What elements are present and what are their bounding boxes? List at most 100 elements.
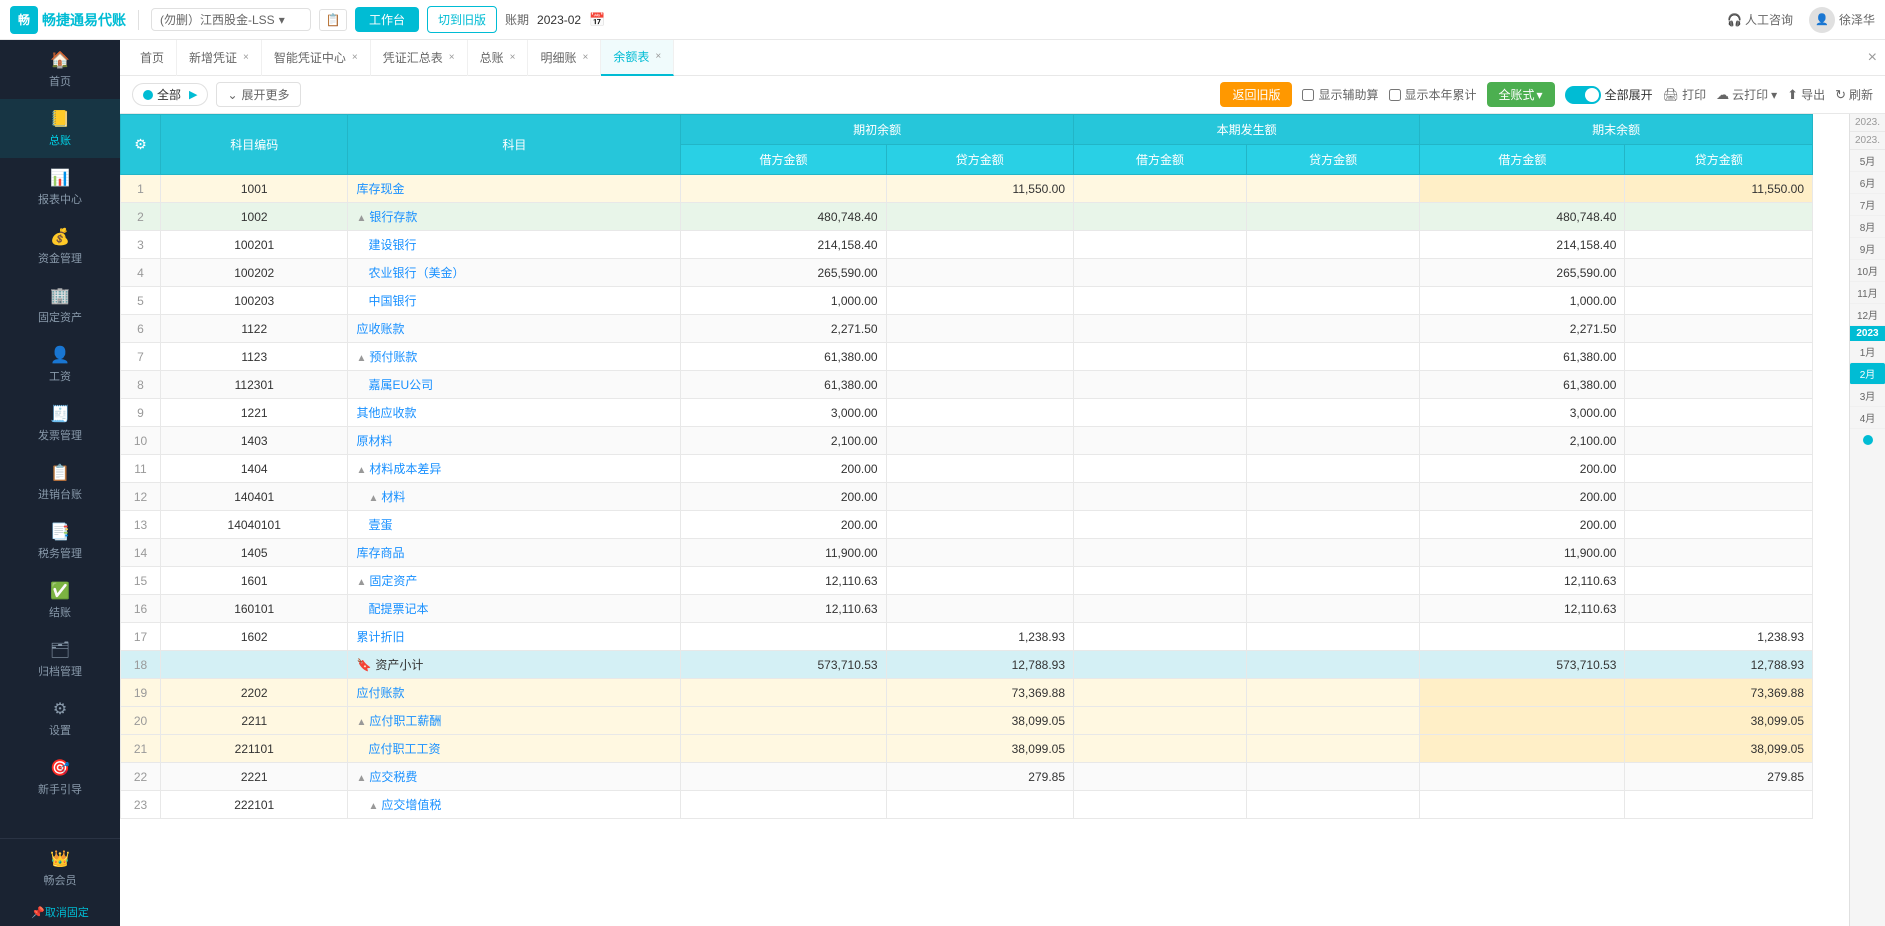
sidebar-item-payroll[interactable]: 👤 工资 [0, 335, 120, 394]
consult-link[interactable]: 🎧 人工咨询 [1727, 11, 1793, 28]
company-selector[interactable]: (勿删）江西股金-LSS ▾ [151, 8, 311, 31]
account-name-link[interactable]: 库存商品 [356, 546, 404, 560]
filter-group[interactable]: 全部 ▶ [132, 83, 208, 106]
expand-row-icon[interactable]: ▲ [356, 717, 366, 728]
tab-close-new-voucher[interactable]: × [243, 52, 249, 63]
timeline-month-8[interactable]: 8月 [1850, 216, 1885, 238]
tab-new-voucher[interactable]: 新增凭证 × [177, 40, 262, 76]
tab-voucher-summary[interactable]: 凭证汇总表 × [371, 40, 468, 76]
close-all-tabs[interactable]: × [1868, 49, 1877, 67]
show-aux-checkbox-label[interactable]: 显示辅助算 [1302, 86, 1378, 103]
sidebar-item-close[interactable]: ✅ 结账 [0, 571, 120, 630]
company-action-icon[interactable]: 📋 [319, 9, 347, 31]
expand-row-icon[interactable]: ▲ [356, 213, 366, 224]
account-name-link[interactable]: 配提票记本 [368, 602, 428, 616]
sidebar-item-membership[interactable]: 👑 畅会员 [0, 839, 120, 898]
export-button[interactable]: ⬆ 导出 [1787, 86, 1825, 103]
expand-row-icon[interactable]: ▲ [356, 773, 366, 784]
sidebar-item-home[interactable]: 🏠 首页 [0, 40, 120, 99]
account-name-link[interactable]: 原材料 [356, 434, 392, 448]
sidebar-item-invoices[interactable]: 🧾 发票管理 [0, 394, 120, 453]
tab-close-balance-sheet[interactable]: × [655, 51, 661, 62]
sidebar-item-stock[interactable]: 📋 进销台账 [0, 453, 120, 512]
sidebar-item-tax[interactable]: 📑 税务管理 [0, 512, 120, 571]
show-ytd-checkbox-label[interactable]: 显示本年累计 [1389, 86, 1477, 103]
account-name-link[interactable]: 中国银行 [368, 294, 416, 308]
expand-row-icon[interactable]: ▲ [368, 493, 378, 504]
account-name-link[interactable]: 材料成本差异 [369, 462, 441, 476]
account-name-link[interactable]: 应付账款 [356, 686, 404, 700]
timeline-month-4[interactable]: 4月 [1850, 407, 1885, 429]
account-name-link[interactable]: 应付职工薪酬 [369, 714, 441, 728]
sidebar-item-settings[interactable]: ⚙ 设置 [0, 689, 120, 748]
expand-row-icon[interactable]: ▲ [368, 801, 378, 812]
row-num-cell: 14 [121, 539, 161, 567]
tab-close-smart-center[interactable]: × [352, 52, 358, 63]
timeline-month-3[interactable]: 3月 [1850, 385, 1885, 407]
account-name-link[interactable]: 固定资产 [369, 574, 417, 588]
table-scroll-area[interactable]: ⚙ 科目编码 科目 期初余额 本期发生额 期末余额 借方金额 贷方金额 [120, 114, 1885, 926]
account-name-link[interactable]: 预付账款 [369, 350, 417, 364]
account-name-link[interactable]: 应付职工工资 [368, 742, 440, 756]
return-old-version-button[interactable]: 返回旧版 [1220, 82, 1292, 107]
switch-version-button[interactable]: 切到旧版 [427, 6, 497, 33]
print-button[interactable]: 🖨 打印 [1663, 86, 1707, 103]
sidebar-item-archive[interactable]: 🗂 归档管理 [0, 630, 120, 689]
timeline-month-9[interactable]: 9月 [1850, 238, 1885, 260]
tab-smart-center[interactable]: 智能凭证中心 × [262, 40, 371, 76]
headset-icon: 🎧 [1727, 13, 1742, 27]
tab-detail-ledger[interactable]: 明细账 × [528, 40, 601, 76]
workbench-button[interactable]: 工作台 [355, 7, 419, 32]
row-name-cell: 应收账款 [348, 315, 681, 343]
account-name-link[interactable]: 嘉属EU公司 [368, 378, 433, 392]
sidebar-item-assets[interactable]: 🏢 固定资产 [0, 276, 120, 335]
timeline-month-12[interactable]: 12月 [1850, 304, 1885, 326]
col-settings[interactable]: ⚙ [121, 115, 161, 175]
cloud-print-button[interactable]: ☁ 云打印 ▾ [1716, 86, 1777, 103]
period-icon[interactable]: 📅 [589, 12, 605, 28]
tab-balance-sheet[interactable]: 余额表 × [601, 40, 674, 76]
tab-close-detail-ledger[interactable]: × [582, 52, 588, 63]
account-name-link[interactable]: 农业银行（美金） [368, 266, 464, 280]
tab-close-voucher-summary[interactable]: × [449, 52, 455, 63]
timeline-month-5[interactable]: 5月 [1850, 150, 1885, 172]
tab-home[interactable]: 首页 [128, 40, 177, 76]
account-name-link[interactable]: 壹蛋 [368, 518, 392, 532]
expand-filter-button[interactable]: ⌄ 展开更多 [216, 82, 300, 107]
row-curr-debit [1074, 231, 1247, 259]
account-name-link[interactable]: 材料 [381, 490, 405, 504]
expand-row-icon[interactable]: ▲ [356, 353, 366, 364]
row-name-cell: 配提票记本 [348, 595, 681, 623]
account-name-link[interactable]: 库存现金 [356, 182, 404, 196]
refresh-button[interactable]: ↻ 刷新 [1835, 86, 1873, 103]
account-name-link[interactable]: 建设银行 [368, 238, 416, 252]
timeline-month-2[interactable]: 2月 [1850, 363, 1885, 385]
row-curr-credit [1247, 791, 1420, 819]
tab-close-general-ledger[interactable]: × [510, 52, 516, 63]
expand-row-icon[interactable]: ▲ [356, 465, 366, 476]
app-logo: 畅 畅捷通易代账 [10, 6, 126, 34]
format-button[interactable]: 全账式 ▾ [1487, 82, 1555, 107]
sidebar-item-ledger[interactable]: 📒 总账 [0, 99, 120, 158]
account-name-link[interactable]: 银行存款 [369, 210, 417, 224]
timeline-month-7[interactable]: 7月 [1850, 194, 1885, 216]
account-name-link[interactable]: 应交税费 [369, 770, 417, 784]
account-name-link[interactable]: 其他应收款 [356, 406, 416, 420]
timeline-month-1[interactable]: 1月 [1850, 341, 1885, 363]
account-name-link[interactable]: 应交增值税 [381, 798, 441, 812]
sidebar-item-funds[interactable]: 💰 资金管理 [0, 217, 120, 276]
tab-general-ledger[interactable]: 总账 × [468, 40, 529, 76]
show-ytd-checkbox[interactable] [1389, 89, 1401, 101]
account-name-link[interactable]: 累计折旧 [356, 630, 404, 644]
timeline-month-10[interactable]: 10月 [1850, 260, 1885, 282]
account-name-link[interactable]: 应收账款 [356, 322, 404, 336]
expand-all-toggle[interactable] [1565, 86, 1601, 104]
unpin-button[interactable]: 📌 取消固定 [0, 898, 120, 926]
sidebar-item-guide[interactable]: 🎯 新手引导 [0, 748, 120, 807]
expand-row-icon[interactable]: ▲ [356, 577, 366, 588]
sidebar-item-reports[interactable]: 📊 报表中心 [0, 158, 120, 217]
show-aux-checkbox[interactable] [1302, 89, 1314, 101]
row-period-credit [886, 343, 1073, 371]
timeline-month-6[interactable]: 6月 [1850, 172, 1885, 194]
timeline-month-11[interactable]: 11月 [1850, 282, 1885, 304]
